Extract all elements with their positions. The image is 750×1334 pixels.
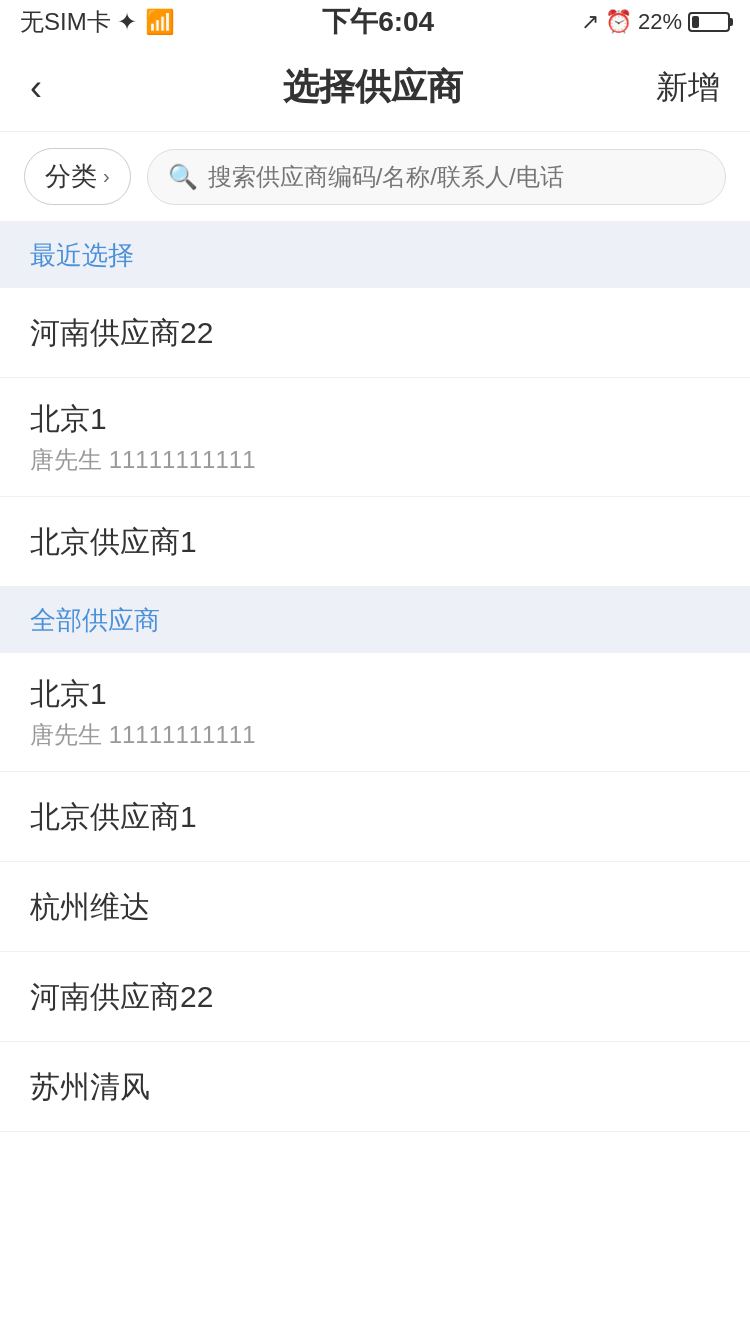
item-name: 河南供应商22 [30, 976, 720, 1018]
status-left: 无SIM卡 ✦ 📶 [20, 6, 175, 38]
battery-percent: 22% [638, 9, 682, 35]
item-sub: 唐先生 11111111111 [30, 444, 720, 476]
category-label: 分类 [45, 159, 97, 194]
item-name: 北京供应商1 [30, 796, 720, 838]
list-item[interactable]: 北京1 唐先生 11111111111 [0, 653, 750, 772]
list-item[interactable]: 北京供应商1 [0, 772, 750, 862]
recent-section-header: 最近选择 [0, 222, 750, 288]
search-input[interactable] [208, 163, 705, 191]
status-right: ↗ ⏰ 22% [581, 9, 730, 35]
all-section-header: 全部供应商 [0, 587, 750, 653]
item-name: 北京1 [30, 673, 720, 715]
chevron-right-icon: › [103, 165, 110, 188]
item-sub: 唐先生 11111111111 [30, 719, 720, 751]
list-item[interactable]: 河南供应商22 [0, 288, 750, 378]
list-item[interactable]: 北京1 唐先生 11111111111 [0, 378, 750, 497]
item-name: 北京供应商1 [30, 521, 720, 563]
wifi-icon: 📶 [145, 8, 175, 36]
battery-icon [688, 12, 730, 32]
all-items-list: 北京1 唐先生 11111111111 北京供应商1 杭州维达河南供应商22 苏州清风 [0, 653, 750, 1132]
back-button[interactable]: ‹ [30, 67, 90, 109]
category-filter-button[interactable]: 分类 › [24, 148, 131, 205]
list-item[interactable]: 北京供应商1 [0, 497, 750, 587]
recent-items-list: 河南供应商22 北京1 唐先生 11111111111 北京供应商1 [0, 288, 750, 587]
location-icon: ↗ [581, 9, 599, 35]
list-item[interactable]: 苏州清风 [0, 1042, 750, 1132]
status-bar: 无SIM卡 ✦ 📶 下午6:04 ↗ ⏰ 22% [0, 0, 750, 44]
item-name: 苏州清风 [30, 1066, 720, 1108]
list-item[interactable]: 河南供应商22 [0, 952, 750, 1042]
item-name: 杭州维达 [30, 886, 720, 928]
status-time: 下午6:04 [322, 3, 434, 41]
sim-status: 无SIM卡 ✦ [20, 6, 137, 38]
all-section-label: 全部供应商 [30, 603, 160, 638]
add-button[interactable]: 新增 [656, 66, 720, 110]
nav-bar: ‹ 选择供应商 新增 [0, 44, 750, 132]
list-item[interactable]: 杭州维达 [0, 862, 750, 952]
filter-bar: 分类 › 🔍 [0, 132, 750, 222]
search-icon: 🔍 [168, 163, 198, 191]
item-name: 北京1 [30, 398, 720, 440]
search-box[interactable]: 🔍 [147, 149, 726, 205]
recent-section-label: 最近选择 [30, 238, 134, 273]
page-title: 选择供应商 [283, 63, 463, 112]
alarm-icon: ⏰ [605, 9, 632, 35]
item-name: 河南供应商22 [30, 312, 720, 354]
